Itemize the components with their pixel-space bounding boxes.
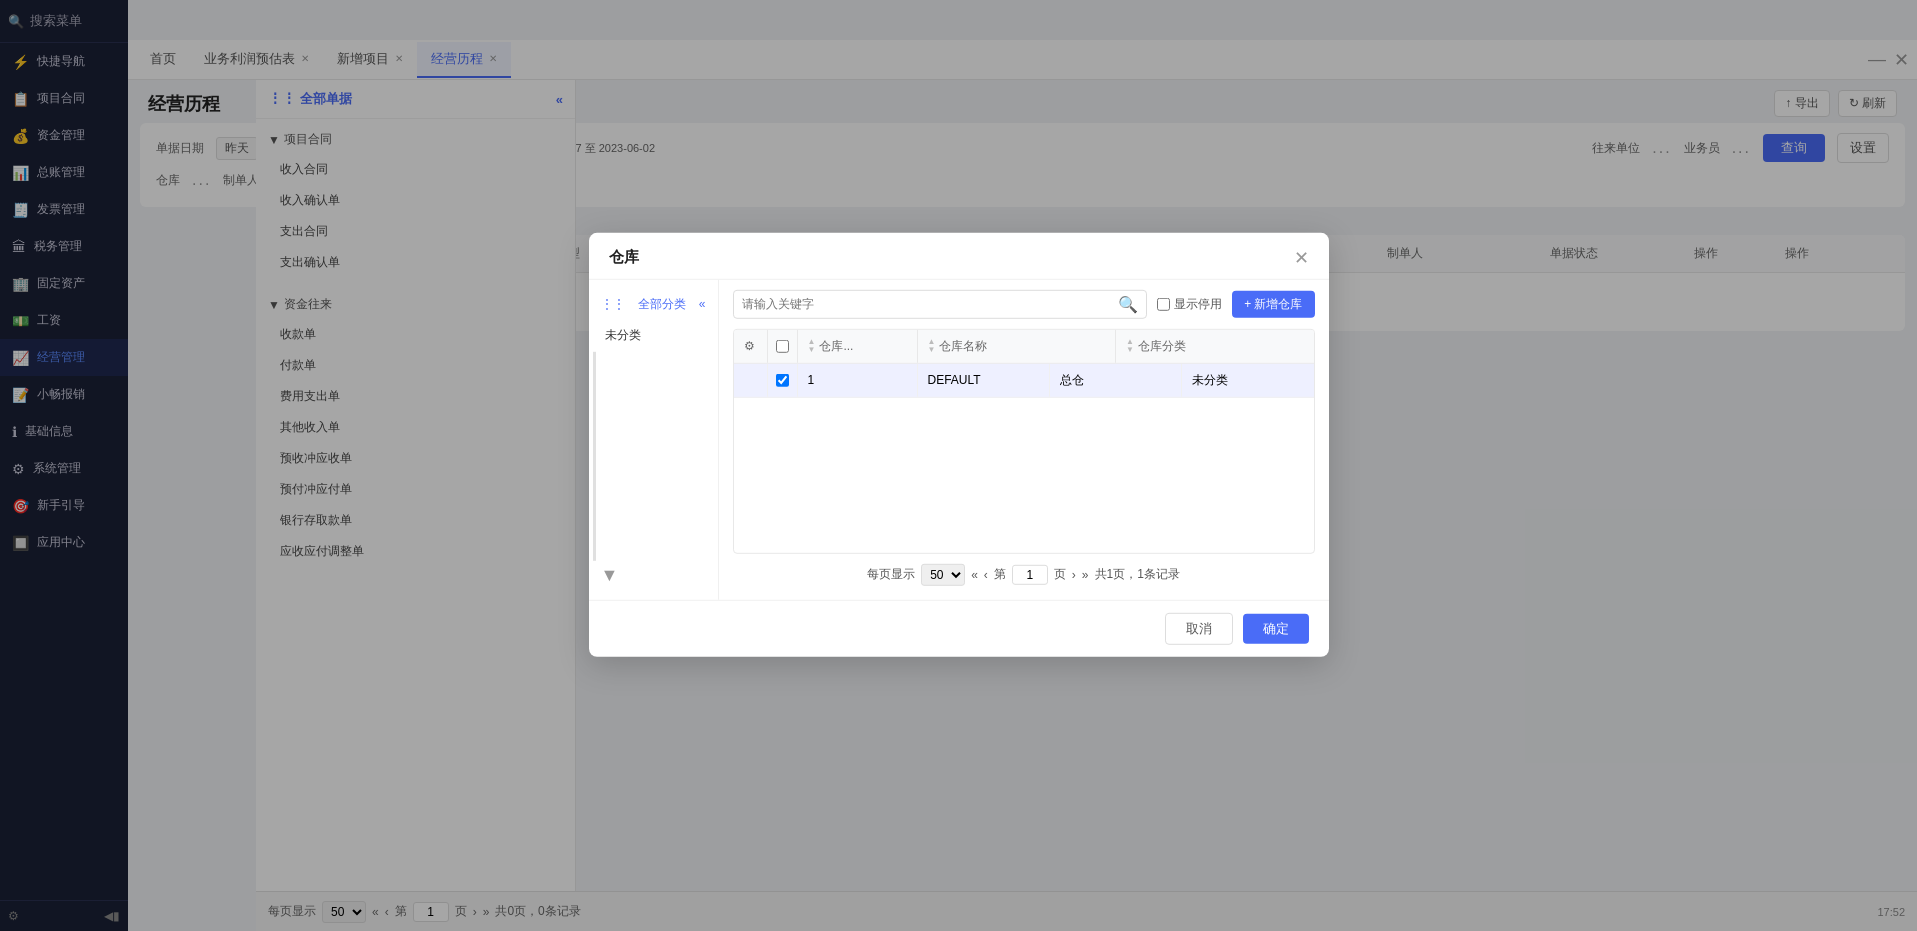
uncategorized-item[interactable]: 未分类 xyxy=(589,318,718,351)
dialog-toolbar: 🔍 显示停用 + 新增仓库 xyxy=(733,289,1315,318)
left-collapse-icon[interactable]: « xyxy=(699,297,706,311)
dialog-total-info: 共1页，1条记录 xyxy=(1095,566,1180,583)
dialog-page-input[interactable] xyxy=(1012,564,1048,584)
th-warehouse-name[interactable]: ▲▼ 仓库名称 xyxy=(918,329,1117,362)
dialog-select-all[interactable] xyxy=(776,339,789,352)
all-categories-label: 全部分类 xyxy=(638,295,686,312)
dialog-title: 仓库 xyxy=(609,248,639,267)
show-disabled-checkbox[interactable] xyxy=(1157,297,1170,310)
dialog-left-panel: ⋮⋮ 全部分类 « 未分类 ▼ xyxy=(589,279,719,599)
show-disabled-option[interactable]: 显示停用 xyxy=(1157,295,1222,312)
row-name-0: 总仓 xyxy=(1050,363,1182,396)
th-warehouse-code[interactable]: ▲▼ 仓库... xyxy=(798,329,918,362)
dialog-table-row-0[interactable]: 1 DEFAULT 总仓 未分类 xyxy=(734,363,1314,397)
dialog-all-categories[interactable]: ⋮⋮ 全部分类 « xyxy=(589,289,718,318)
row-settings-0 xyxy=(734,363,768,396)
dialog-table-header: ⚙ ▲▼ 仓库... ▲▼ 仓库名称 ▲▼ 仓库分类 xyxy=(734,329,1314,363)
left-panel-scroll[interactable]: ▼ xyxy=(589,560,718,589)
dialog-right-panel: 🔍 显示停用 + 新增仓库 ⚙ ▲▼ 仓库... xyxy=(719,279,1329,599)
dialog-per-page-label: 每页显示 xyxy=(867,566,915,583)
th-warehouse-category[interactable]: ▲▼ 仓库分类 xyxy=(1116,329,1314,362)
dialog-body: ⋮⋮ 全部分类 « 未分类 ▼ 🔍 显示停用 + 新增仓库 xyxy=(589,279,1329,599)
search-input[interactable] xyxy=(742,297,1113,311)
th-select-all xyxy=(768,329,798,362)
dialog-close-button[interactable]: ✕ xyxy=(1294,246,1309,268)
row-check-0[interactable] xyxy=(776,373,789,386)
dialog-per-page-select[interactable]: 50 xyxy=(921,563,965,585)
dialog-footer: 取消 确定 xyxy=(589,599,1329,656)
dialog-last-page[interactable]: » xyxy=(1082,567,1089,581)
dialog-first-page[interactable]: « xyxy=(971,567,978,581)
dialog-page-label: 第 xyxy=(994,566,1006,583)
th-settings-icon: ⚙ xyxy=(734,329,768,362)
add-warehouse-button[interactable]: + 新增仓库 xyxy=(1232,290,1314,317)
show-disabled-label: 显示停用 xyxy=(1174,295,1222,312)
row-category-0: 未分类 xyxy=(1182,363,1313,396)
all-categories-icon: ⋮⋮ xyxy=(601,297,625,311)
row-checkbox-0[interactable] xyxy=(768,363,798,396)
dialog-table-rows: 1 DEFAULT 总仓 未分类 xyxy=(734,363,1314,397)
dialog-table: ⚙ ▲▼ 仓库... ▲▼ 仓库名称 ▲▼ 仓库分类 xyxy=(733,328,1315,553)
dialog-pagination: 每页显示 50 « ‹ 第 页 › » 共1页，1条记录 xyxy=(733,553,1315,589)
dialog-next-page[interactable]: › xyxy=(1072,567,1076,581)
cancel-button[interactable]: 取消 xyxy=(1165,612,1233,644)
search-icon: 🔍 xyxy=(1118,294,1138,313)
search-box[interactable]: 🔍 xyxy=(733,289,1148,318)
dialog-page-suffix: 页 xyxy=(1054,566,1066,583)
row-code-0: DEFAULT xyxy=(918,363,1050,396)
row-id-0: 1 xyxy=(798,363,918,396)
warehouse-dialog: 仓库 ✕ ⋮⋮ 全部分类 « 未分类 ▼ 🔍 显示停用 xyxy=(589,232,1329,656)
confirm-button[interactable]: 确定 xyxy=(1243,613,1309,643)
dialog-prev-page[interactable]: ‹ xyxy=(984,567,988,581)
dialog-header: 仓库 ✕ xyxy=(589,232,1329,279)
